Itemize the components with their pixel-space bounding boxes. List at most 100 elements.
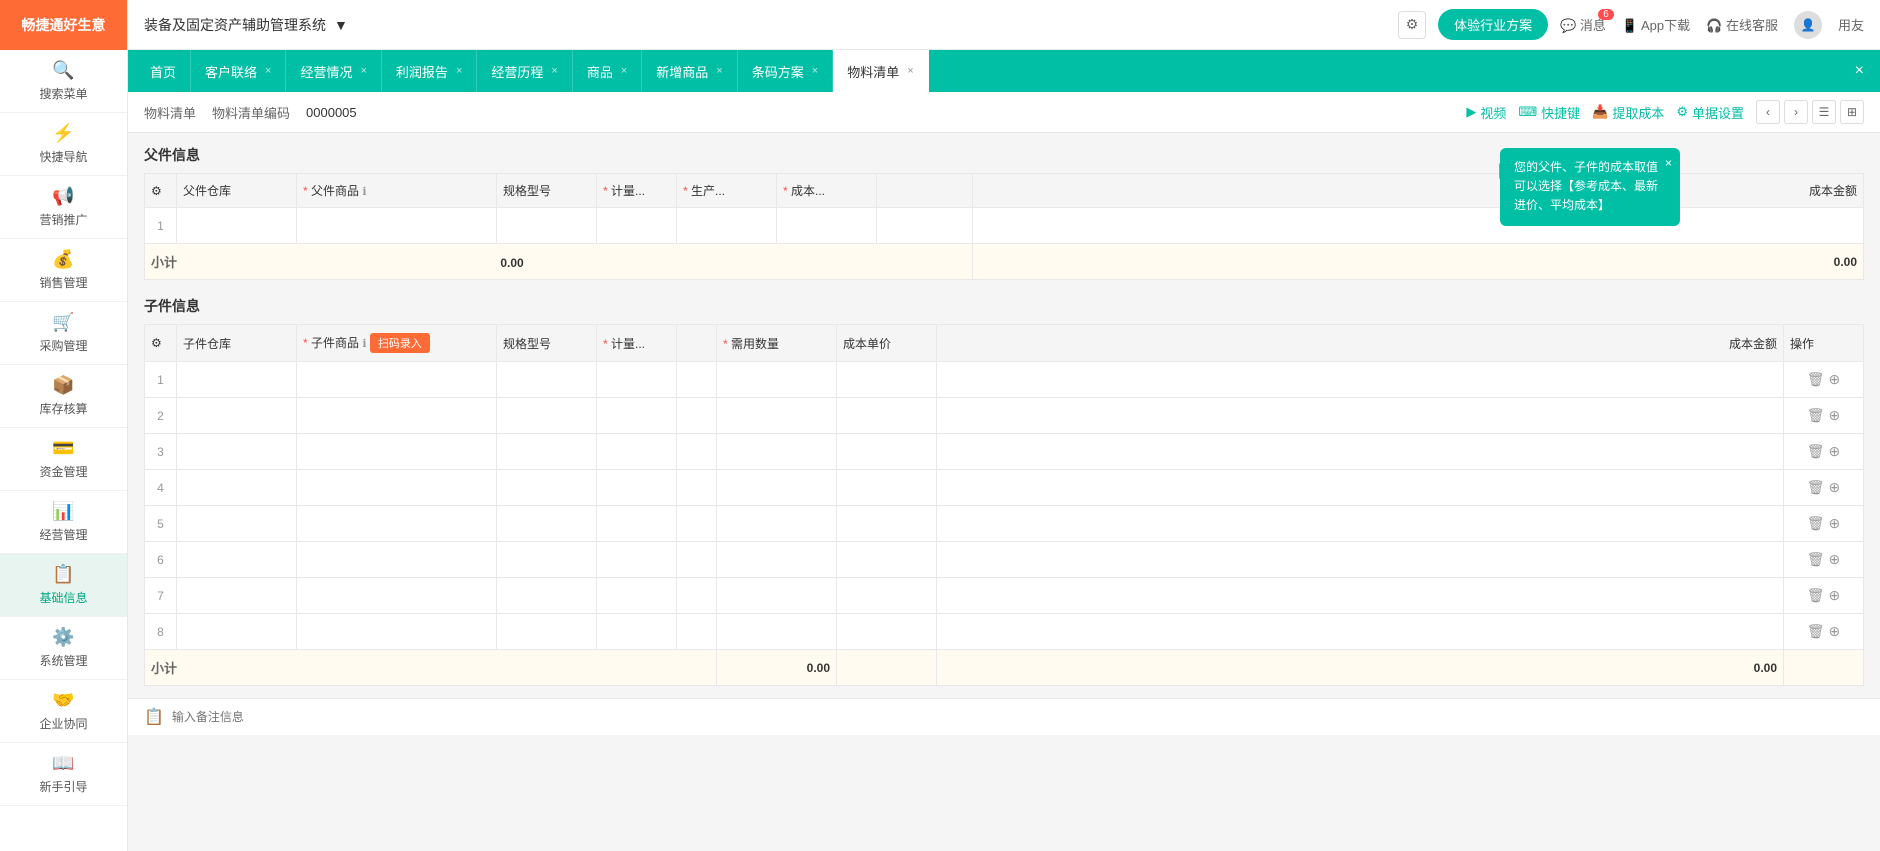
child-row-6-product[interactable] <box>297 542 497 578</box>
tab-history-close[interactable]: × <box>551 65 557 77</box>
tab-barcode-close[interactable]: × <box>812 65 818 77</box>
copy-icon[interactable]: ⊕ <box>1829 515 1841 532</box>
child-row-8-warehouse[interactable] <box>177 614 297 650</box>
copy-icon[interactable]: ⊕ <box>1829 371 1841 388</box>
parent-prod-cell[interactable] <box>677 208 777 244</box>
tab-new-goods[interactable]: 新增商品 × <box>642 50 737 92</box>
child-row-3-spec[interactable] <box>497 434 597 470</box>
parent-spec-cell[interactable] <box>497 208 597 244</box>
tab-business-close[interactable]: × <box>360 65 366 77</box>
note-input[interactable] <box>172 710 1864 724</box>
copy-icon[interactable]: ⊕ <box>1829 551 1841 568</box>
child-row-6-warehouse[interactable] <box>177 542 297 578</box>
copy-icon[interactable]: ⊕ <box>1829 587 1841 604</box>
child-row-1-needed[interactable] <box>717 362 837 398</box>
parent-settings-icon[interactable]: ⚙ <box>151 184 162 198</box>
parent-warehouse-cell[interactable] <box>177 208 297 244</box>
copy-icon[interactable]: ⊕ <box>1829 623 1841 640</box>
sidebar-item-search[interactable]: 🔍 搜索菜单 <box>0 50 127 113</box>
settings-button[interactable]: ⚙ 单据设置 <box>1676 103 1744 122</box>
delete-icon[interactable]: 🗑 <box>1807 587 1825 604</box>
child-row-3-unitcost[interactable] <box>837 434 937 470</box>
delete-icon[interactable]: 🗑 <box>1807 515 1825 532</box>
tab-customer-close[interactable]: × <box>265 65 271 77</box>
child-row-8-unit[interactable] <box>597 614 677 650</box>
child-row-2-unitcost[interactable] <box>837 398 937 434</box>
tab-home[interactable]: 首页 <box>136 50 191 92</box>
shortcut-button[interactable]: ⌨ 快捷键 <box>1518 103 1580 122</box>
tooltip-close-button[interactable]: × <box>1665 154 1672 173</box>
child-row-3-product[interactable] <box>297 434 497 470</box>
child-row-5-product[interactable] <box>297 506 497 542</box>
sidebar-item-enterprise[interactable]: 🤝 企业协同 <box>0 680 127 743</box>
tab-profit-close[interactable]: × <box>456 65 462 77</box>
sidebar-item-operations[interactable]: 📊 经营管理 <box>0 491 127 554</box>
tab-history[interactable]: 经营历程 × <box>477 50 572 92</box>
child-row-7-warehouse[interactable] <box>177 578 297 614</box>
child-row-6-unit[interactable] <box>597 542 677 578</box>
child-row-4-needed[interactable] <box>717 470 837 506</box>
list-view-button[interactable]: ☰ <box>1812 100 1836 124</box>
child-row-8-unitcost[interactable] <box>837 614 937 650</box>
child-row-1-warehouse[interactable] <box>177 362 297 398</box>
tab-barcode[interactable]: 条码方案 × <box>738 50 833 92</box>
tab-goods-close[interactable]: × <box>621 65 627 77</box>
delete-icon[interactable]: 🗑 <box>1807 371 1825 388</box>
delete-icon[interactable]: 🗑 <box>1807 407 1825 424</box>
delete-icon[interactable]: 🗑 <box>1807 479 1825 496</box>
child-row-2-warehouse[interactable] <box>177 398 297 434</box>
sidebar-item-basic[interactable]: 📋 基础信息 <box>0 554 127 617</box>
child-row-1-unitcost[interactable] <box>837 362 937 398</box>
close-all-tabs-button[interactable]: × <box>1847 62 1872 80</box>
child-row-7-unitcost[interactable] <box>837 578 937 614</box>
child-row-1-unit[interactable] <box>597 362 677 398</box>
sidebar-item-inventory[interactable]: 📦 库存核算 <box>0 365 127 428</box>
tab-customer[interactable]: 客户联络 × <box>191 50 286 92</box>
sidebar-item-sales[interactable]: 💰 销售管理 <box>0 239 127 302</box>
dropdown-arrow-icon[interactable]: ▼ <box>334 17 348 33</box>
child-row-2-unit[interactable] <box>597 398 677 434</box>
delete-icon[interactable]: 🗑 <box>1807 443 1825 460</box>
child-row-7-needed[interactable] <box>717 578 837 614</box>
child-row-7-product[interactable] <box>297 578 497 614</box>
message-button[interactable]: 💬 6 消息 <box>1560 15 1606 34</box>
child-row-3-needed[interactable] <box>717 434 837 470</box>
breadcrumb-bom[interactable]: 物料清单 <box>144 103 196 122</box>
child-row-1-product[interactable] <box>297 362 497 398</box>
child-row-5-spec[interactable] <box>497 506 597 542</box>
child-row-4-spec[interactable] <box>497 470 597 506</box>
child-row-2-product[interactable] <box>297 398 497 434</box>
scan-button[interactable]: 扫码录入 <box>370 333 430 353</box>
child-row-3-unit[interactable] <box>597 434 677 470</box>
tab-profit[interactable]: 利润报告 × <box>382 50 477 92</box>
child-row-4-product[interactable] <box>297 470 497 506</box>
child-row-8-spec[interactable] <box>497 614 597 650</box>
parent-cost-cell[interactable] <box>777 208 877 244</box>
copy-icon[interactable]: ⊕ <box>1829 407 1841 424</box>
sidebar-item-marketing[interactable]: 📢 营销推广 <box>0 176 127 239</box>
child-row-2-needed[interactable] <box>717 398 837 434</box>
child-row-4-warehouse[interactable] <box>177 470 297 506</box>
copy-icon[interactable]: ⊕ <box>1829 443 1841 460</box>
parent-product-cell[interactable] <box>297 208 497 244</box>
online-service-button[interactable]: 🎧 在线客服 <box>1706 15 1778 34</box>
child-row-5-unit[interactable] <box>597 506 677 542</box>
child-row-8-needed[interactable] <box>717 614 837 650</box>
child-row-6-needed[interactable] <box>717 542 837 578</box>
cost-button[interactable]: 📥 提取成本 <box>1592 103 1664 122</box>
avatar[interactable]: 👤 <box>1794 11 1822 39</box>
child-row-1-spec[interactable] <box>497 362 597 398</box>
child-row-4-unitcost[interactable] <box>837 470 937 506</box>
tab-bom-close[interactable]: × <box>907 65 913 77</box>
trial-button[interactable]: 体验行业方案 <box>1438 9 1548 40</box>
next-button[interactable]: › <box>1784 100 1808 124</box>
child-row-8-product[interactable] <box>297 614 497 650</box>
tab-business[interactable]: 经营情况 × <box>286 50 381 92</box>
tab-bom[interactable]: 物料清单 × <box>833 50 928 92</box>
grid-view-button[interactable]: ⊞ <box>1840 100 1864 124</box>
app-download-button[interactable]: 📱 App下载 <box>1622 15 1690 34</box>
copy-icon[interactable]: ⊕ <box>1829 479 1841 496</box>
delete-icon[interactable]: 🗑 <box>1807 551 1825 568</box>
sidebar-item-purchase[interactable]: 🛒 采购管理 <box>0 302 127 365</box>
child-row-6-spec[interactable] <box>497 542 597 578</box>
